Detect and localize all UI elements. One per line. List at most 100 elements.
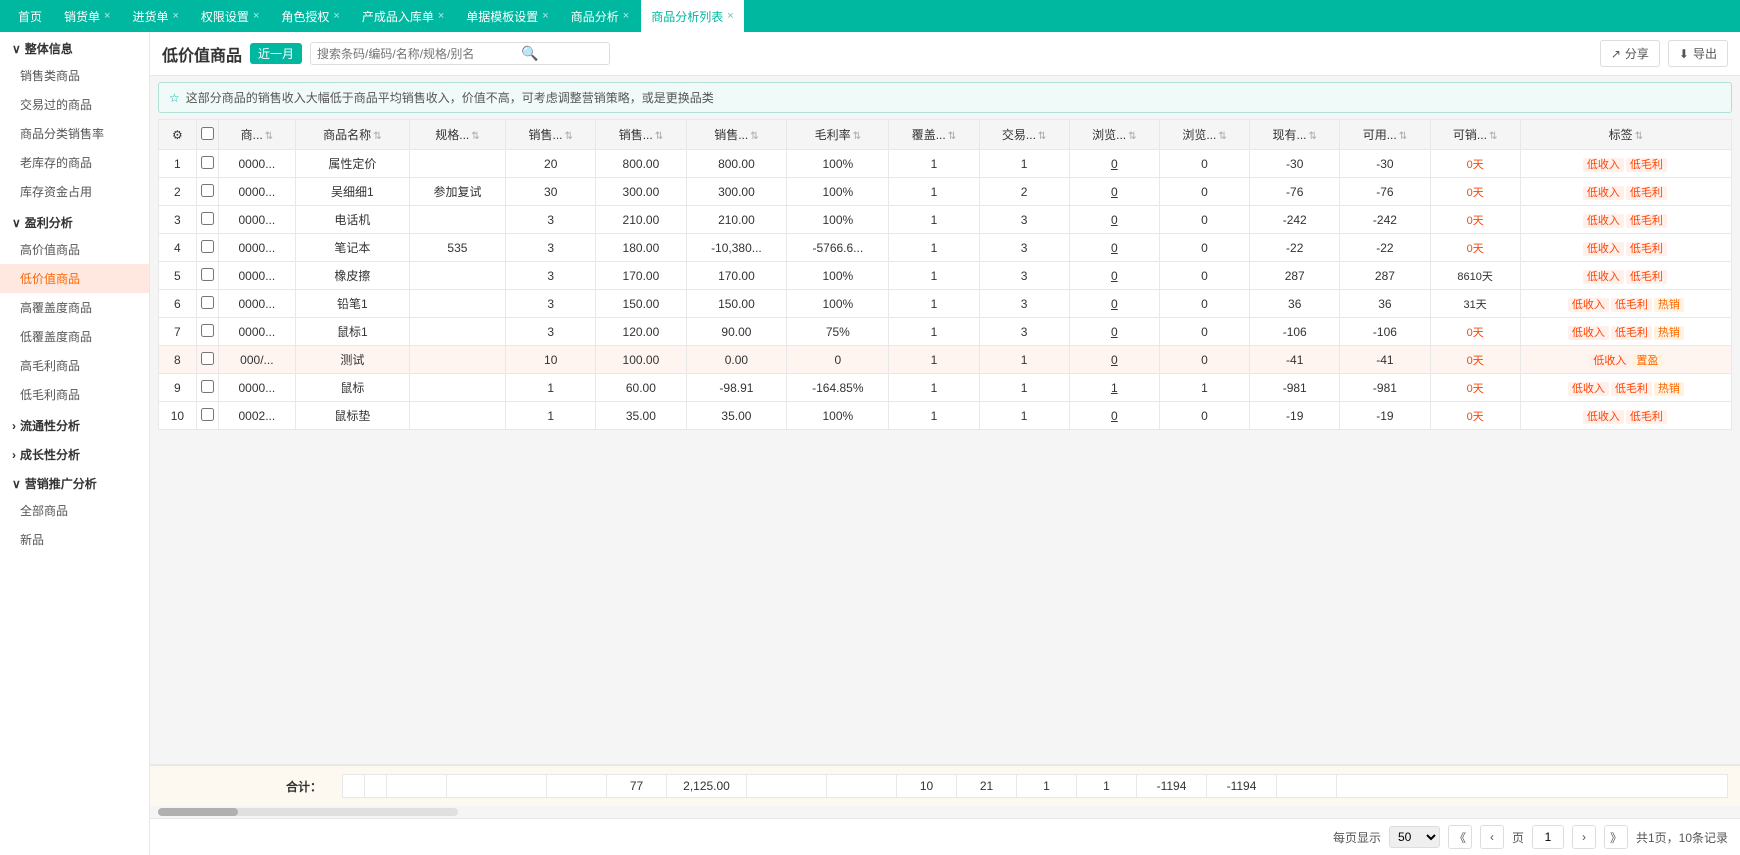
search-icon[interactable]: 🔍: [521, 45, 538, 62]
th-code[interactable]: 商...⇅: [218, 120, 295, 150]
view1-link[interactable]: 0: [1111, 185, 1118, 199]
row-checkbox-cell[interactable]: [196, 290, 218, 318]
th-trade[interactable]: 交易...⇅: [979, 120, 1069, 150]
prev-page-btn[interactable]: ‹: [1480, 825, 1504, 849]
row-checkbox-cell[interactable]: [196, 262, 218, 290]
sidebar-item-high-coverage[interactable]: 高覆盖度商品: [0, 293, 149, 322]
th-view1[interactable]: 浏览...⇅: [1069, 120, 1159, 150]
select-all-checkbox[interactable]: [201, 127, 214, 140]
sidebar-item-traded-goods[interactable]: 交易过的商品: [0, 90, 149, 119]
section-flow[interactable]: › 流通性分析: [0, 409, 149, 438]
per-page-select[interactable]: 50 20 100: [1389, 826, 1440, 848]
th-spec[interactable]: 规格...⇅: [409, 120, 505, 150]
row-checkbox-cell[interactable]: [196, 206, 218, 234]
row-tags: 低收入低毛利: [1520, 150, 1731, 178]
row-checkbox[interactable]: [201, 212, 214, 225]
th-checkbox[interactable]: [196, 120, 218, 150]
row-checkbox[interactable]: [201, 324, 214, 337]
row-checkbox-cell[interactable]: [196, 374, 218, 402]
search-input[interactable]: [317, 47, 517, 61]
th-view2[interactable]: 浏览...⇅: [1159, 120, 1249, 150]
view1-link[interactable]: 0: [1111, 157, 1118, 171]
nav-item-goods-list[interactable]: 商品分析列表 ×: [641, 0, 743, 32]
section-growth[interactable]: › 成长性分析: [0, 438, 149, 467]
table-container[interactable]: ⚙ 商...⇅ 商品名称⇅ 规格...⇅ 销售...⇅ 销售...⇅ 销售...…: [150, 119, 1740, 764]
th-profit-rate[interactable]: 毛利率⇅: [787, 120, 889, 150]
nav-item-permission[interactable]: 权限设置 ×: [191, 0, 269, 32]
row-checkbox[interactable]: [201, 268, 214, 281]
nav-item-purchase[interactable]: 进货单 ×: [122, 0, 188, 32]
last-page-btn[interactable]: 》: [1604, 825, 1628, 849]
section-overall[interactable]: ∨ 整体信息: [0, 32, 149, 61]
view1-link[interactable]: 1: [1111, 381, 1118, 395]
row-checkbox[interactable]: [201, 380, 214, 393]
row-days: 0天: [1430, 374, 1520, 402]
th-name[interactable]: 商品名称⇅: [295, 120, 409, 150]
nav-item-product-in[interactable]: 产成品入库单 ×: [352, 0, 454, 32]
sidebar-item-stock-capital[interactable]: 库存资金占用: [0, 177, 149, 206]
view1-link[interactable]: 0: [1111, 213, 1118, 227]
sidebar-item-low-profit[interactable]: 低毛利商品: [0, 380, 149, 409]
sidebar-item-category-rate[interactable]: 商品分类销售率: [0, 119, 149, 148]
th-sale1[interactable]: 销售...⇅: [596, 120, 686, 150]
th-stock1[interactable]: 现有...⇅: [1250, 120, 1340, 150]
row-checkbox-cell[interactable]: [196, 234, 218, 262]
close-icon[interactable]: ×: [253, 10, 259, 22]
nav-item-home[interactable]: 首页: [8, 0, 52, 32]
nav-item-goods-analysis[interactable]: 商品分析 ×: [561, 0, 639, 32]
close-icon[interactable]: ×: [542, 10, 548, 22]
sidebar-item-all-goods[interactable]: 全部商品: [0, 496, 149, 525]
row-checkbox[interactable]: [201, 352, 214, 365]
sidebar-item-old-stock[interactable]: 老库存的商品: [0, 148, 149, 177]
th-stock3[interactable]: 可销...⇅: [1430, 120, 1520, 150]
first-page-btn[interactable]: 《: [1448, 825, 1472, 849]
nav-item-template[interactable]: 单据模板设置 ×: [456, 0, 558, 32]
view1-link[interactable]: 0: [1111, 325, 1118, 339]
row-checkbox[interactable]: [201, 240, 214, 253]
row-spec: [409, 402, 505, 430]
row-checkbox-cell[interactable]: [196, 178, 218, 206]
close-icon[interactable]: ×: [727, 10, 733, 22]
row-checkbox[interactable]: [201, 184, 214, 197]
tag-badge: 低收入: [1583, 410, 1624, 424]
row-checkbox[interactable]: [201, 296, 214, 309]
horizontal-scrollbar[interactable]: [150, 806, 1740, 818]
th-cover[interactable]: 覆盖...⇅: [889, 120, 979, 150]
th-stock2[interactable]: 可用...⇅: [1340, 120, 1430, 150]
view1-link[interactable]: 0: [1111, 269, 1118, 283]
close-icon[interactable]: ×: [333, 10, 339, 22]
view1-link[interactable]: 0: [1111, 409, 1118, 423]
close-icon[interactable]: ×: [623, 10, 629, 22]
th-tags[interactable]: 标签⇅: [1520, 120, 1731, 150]
sidebar-item-sales-goods[interactable]: 销售类商品: [0, 61, 149, 90]
section-profit[interactable]: ∨ 盈利分析: [0, 206, 149, 235]
sidebar-item-high-value[interactable]: 高价值商品: [0, 235, 149, 264]
row-checkbox[interactable]: [201, 156, 214, 169]
row-checkbox[interactable]: [201, 408, 214, 421]
row-checkbox-cell[interactable]: [196, 346, 218, 374]
th-settings[interactable]: ⚙: [159, 120, 197, 150]
section-marketing[interactable]: ∨ 营销推广分析: [0, 467, 149, 496]
nav-item-sales[interactable]: 销货单 ×: [54, 0, 120, 32]
view1-link[interactable]: 0: [1111, 353, 1118, 367]
sidebar-item-new-goods[interactable]: 新品: [0, 525, 149, 554]
page-input[interactable]: [1532, 825, 1564, 849]
sidebar-item-high-profit[interactable]: 高毛利商品: [0, 351, 149, 380]
close-icon[interactable]: ×: [172, 10, 178, 22]
share-button[interactable]: ↗ 分享: [1600, 40, 1660, 67]
sidebar-item-low-coverage[interactable]: 低覆盖度商品: [0, 322, 149, 351]
next-page-btn[interactable]: ›: [1572, 825, 1596, 849]
close-icon[interactable]: ×: [104, 10, 110, 22]
th-qty[interactable]: 销售...⇅: [506, 120, 596, 150]
view1-link[interactable]: 0: [1111, 241, 1118, 255]
close-icon[interactable]: ×: [438, 10, 444, 22]
nav-item-role[interactable]: 角色授权 ×: [271, 0, 349, 32]
time-tag-btn[interactable]: 近一月: [250, 43, 302, 64]
row-checkbox-cell[interactable]: [196, 318, 218, 346]
row-checkbox-cell[interactable]: [196, 150, 218, 178]
row-checkbox-cell[interactable]: [196, 402, 218, 430]
view1-link[interactable]: 0: [1111, 297, 1118, 311]
sidebar-item-low-value[interactable]: 低价值商品: [0, 264, 149, 293]
th-sale2[interactable]: 销售...⇅: [686, 120, 787, 150]
export-button[interactable]: ⬇ 导出: [1668, 40, 1728, 67]
